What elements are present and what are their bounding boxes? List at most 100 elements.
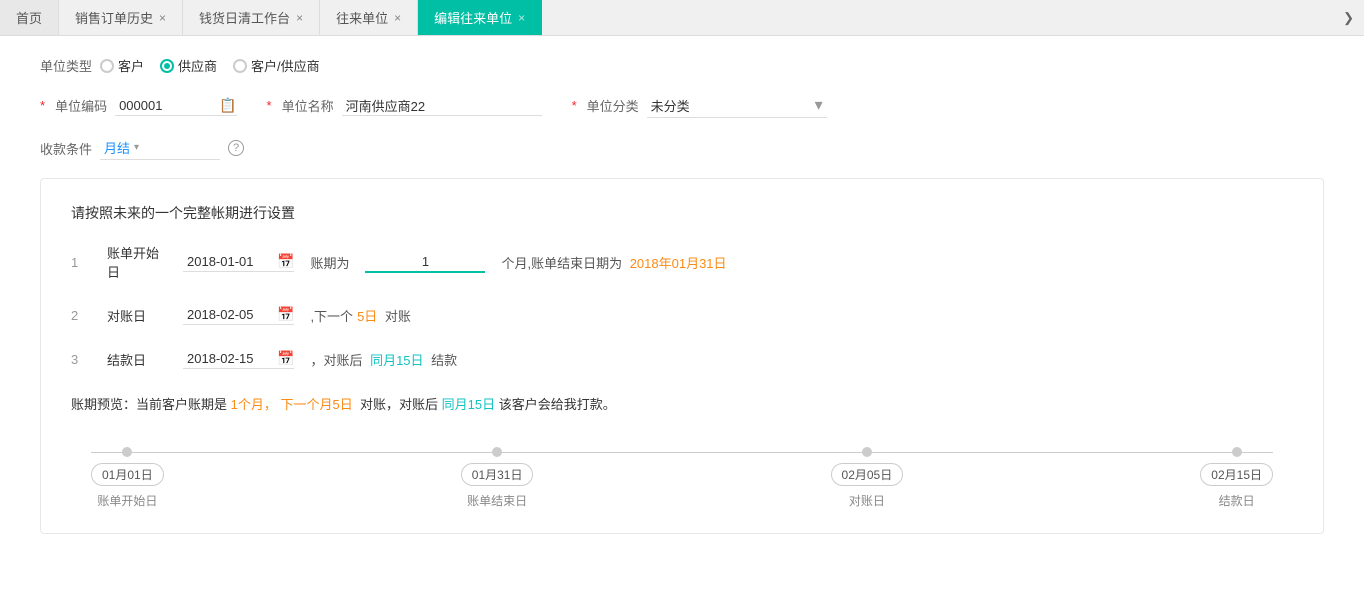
unit-type-label: 单位类型	[40, 56, 92, 75]
row-1-label: 账单开始日	[107, 243, 167, 281]
tab-partner-units[interactable]: 往来单位 ×	[320, 0, 418, 35]
tl-badge-1: 01月31日	[461, 463, 534, 486]
radio-both[interactable]: 客户/供应商	[233, 56, 320, 75]
row-3-calendar-icon[interactable]: 📅	[277, 350, 294, 367]
tl-node-2	[862, 447, 872, 457]
preview-suffix: 该客户会给我打款。	[499, 397, 616, 412]
payment-terms-help[interactable]: ?	[228, 140, 244, 156]
timeline-point-1: 01月31日 账单结束日	[461, 440, 534, 509]
radio-customer-label: 客户	[118, 56, 144, 75]
unit-name-field: * 单位名称	[267, 96, 542, 116]
row-2-num: 2	[71, 308, 91, 323]
unit-code-label: 单位编码	[55, 96, 107, 115]
row-3-label: 结款日	[107, 350, 167, 369]
tab-edit-partner[interactable]: 编辑往来单位 ×	[418, 0, 542, 35]
main-content: 单位类型 客户 供应商 客户/供应商 * 单位编码	[0, 36, 1364, 608]
row-1-end-date: 2018年01月31日	[630, 253, 727, 272]
row-1-num: 1	[71, 255, 91, 270]
unit-code-input-wrap: 📋	[115, 96, 236, 116]
expand-icon: ❯	[1343, 10, 1354, 26]
radio-customer[interactable]: 客户	[100, 56, 144, 75]
tl-label-3: 结款日	[1219, 492, 1255, 509]
row-1-period-label: 账期为	[310, 253, 349, 272]
timeline: 01月01日 账单开始日 01月31日 账单结束日 02月05日 对账日 02月…	[71, 440, 1293, 509]
settings-row-2: 2 对账日 📅 ,下一个5日 对账	[71, 305, 1293, 325]
unit-classify-label: 单位分类	[587, 96, 639, 115]
row-3-highlight: 同月15日	[370, 350, 423, 369]
radio-both-circle	[233, 59, 247, 73]
unit-name-label: 单位名称	[282, 96, 334, 115]
payment-terms-select[interactable]: 月结 ▾	[100, 136, 220, 160]
row-2-date-input: 📅	[183, 305, 294, 325]
unit-code-star: *	[40, 98, 45, 113]
tab-sales-history-close[interactable]: ×	[159, 11, 166, 25]
preview-part3: 同月15日	[442, 397, 495, 412]
tl-node-0	[122, 447, 132, 457]
tab-home[interactable]: 首页	[0, 0, 59, 35]
classify-dropdown-arrow: ▾	[815, 95, 823, 115]
row-1-date-input: 📅	[183, 252, 294, 272]
timeline-point-3: 02月15日 结款日	[1200, 440, 1273, 509]
help-icon-label: ?	[233, 142, 239, 154]
tab-partner-units-close[interactable]: ×	[394, 11, 401, 25]
unit-type-field: 单位类型 客户 供应商 客户/供应商	[40, 56, 320, 75]
settings-title: 请按照未来的一个完整帐期进行设置	[71, 203, 1293, 223]
settings-row-1: 1 账单开始日 📅 账期为 个月,账单结束日期为 2018年01月31日	[71, 243, 1293, 281]
unit-classify-dropdown[interactable]: 未分类 ▾	[647, 93, 827, 118]
unit-code-copy-icon[interactable]: 📋	[219, 97, 236, 114]
row-2-date-field[interactable]	[183, 305, 273, 324]
row-1-period-suffix: 个月,账单结束日期为 2018年01月31日	[501, 253, 726, 272]
tl-node-3	[1232, 447, 1242, 457]
unit-type-radio-group: 客户 供应商 客户/供应商	[100, 56, 320, 75]
tab-cash-workbench-close[interactable]: ×	[296, 11, 303, 25]
settings-box: 请按照未来的一个完整帐期进行设置 1 账单开始日 📅 账期为 个月,账单结束日期…	[40, 178, 1324, 534]
tl-badge-2: 02月05日	[831, 463, 904, 486]
row-1-period-input[interactable]	[365, 252, 485, 273]
radio-supplier-circle	[160, 59, 174, 73]
radio-both-label: 客户/供应商	[251, 56, 320, 75]
row-3-desc: ，对账后 同月15日 结款	[310, 350, 457, 369]
unit-classify-value: 未分类	[651, 96, 690, 115]
tl-node-1	[492, 447, 502, 457]
tab-cash-workbench-label: 钱货日清工作台	[199, 8, 290, 27]
unit-type-row: 单位类型 客户 供应商 客户/供应商	[40, 56, 1324, 75]
tab-edit-partner-label: 编辑往来单位	[434, 8, 512, 27]
preview-part2: 下一个月5日	[281, 397, 353, 412]
unit-name-star: *	[267, 98, 272, 113]
payment-terms-value: 月结	[104, 138, 130, 157]
tab-cash-workbench[interactable]: 钱货日清工作台 ×	[183, 0, 320, 35]
tl-badge-0: 01月01日	[91, 463, 164, 486]
timeline-points: 01月01日 账单开始日 01月31日 账单结束日 02月05日 对账日 02月…	[91, 440, 1273, 509]
row-1-calendar-icon[interactable]: 📅	[277, 253, 294, 270]
unit-classify-field: * 单位分类 未分类 ▾	[572, 93, 827, 118]
row-3-date-field[interactable]	[183, 349, 273, 368]
radio-supplier[interactable]: 供应商	[160, 56, 217, 75]
radio-supplier-label: 供应商	[178, 56, 217, 75]
row-2-calendar-icon[interactable]: 📅	[277, 306, 294, 323]
row-2-highlight: 5日	[357, 306, 377, 325]
tab-sales-history[interactable]: 销售订单历史 ×	[59, 0, 183, 35]
unit-code-input[interactable]	[115, 96, 215, 115]
preview-mid-text: 对账，对账后	[360, 397, 438, 412]
timeline-point-0: 01月01日 账单开始日	[91, 440, 164, 509]
tl-label-0: 账单开始日	[97, 492, 157, 509]
tl-badge-3: 02月15日	[1200, 463, 1273, 486]
preview-prefix: 账期预览：当前客户账期是	[71, 397, 227, 412]
timeline-point-2: 02月05日 对账日	[831, 440, 904, 509]
payment-terms-arrow: ▾	[134, 142, 139, 153]
tab-partner-units-label: 往来单位	[336, 8, 388, 27]
preview-part1: 1个月，	[231, 397, 277, 412]
tab-sales-history-label: 销售订单历史	[75, 8, 153, 27]
settings-row-3: 3 结款日 📅 ，对账后 同月15日 结款	[71, 349, 1293, 369]
preview-text: 账期预览：当前客户账期是 1个月， 下一个月5日 对账，对账后 同月15日 该客…	[71, 393, 1293, 416]
tab-edit-partner-close[interactable]: ×	[518, 11, 525, 25]
tl-label-1: 账单结束日	[467, 492, 527, 509]
payment-terms-row: 收款条件 月结 ▾ ?	[40, 136, 1324, 160]
row-1-date-field[interactable]	[183, 252, 273, 271]
unit-name-input[interactable]	[342, 96, 542, 116]
tab-bar: 首页 销售订单历史 × 钱货日清工作台 × 往来单位 × 编辑往来单位 × ❯	[0, 0, 1364, 36]
unit-classify-star: *	[572, 98, 577, 113]
row-3-num: 3	[71, 352, 91, 367]
payment-terms-field: 收款条件 月结 ▾ ?	[40, 136, 244, 160]
tab-expand-button[interactable]: ❯	[1333, 0, 1364, 35]
